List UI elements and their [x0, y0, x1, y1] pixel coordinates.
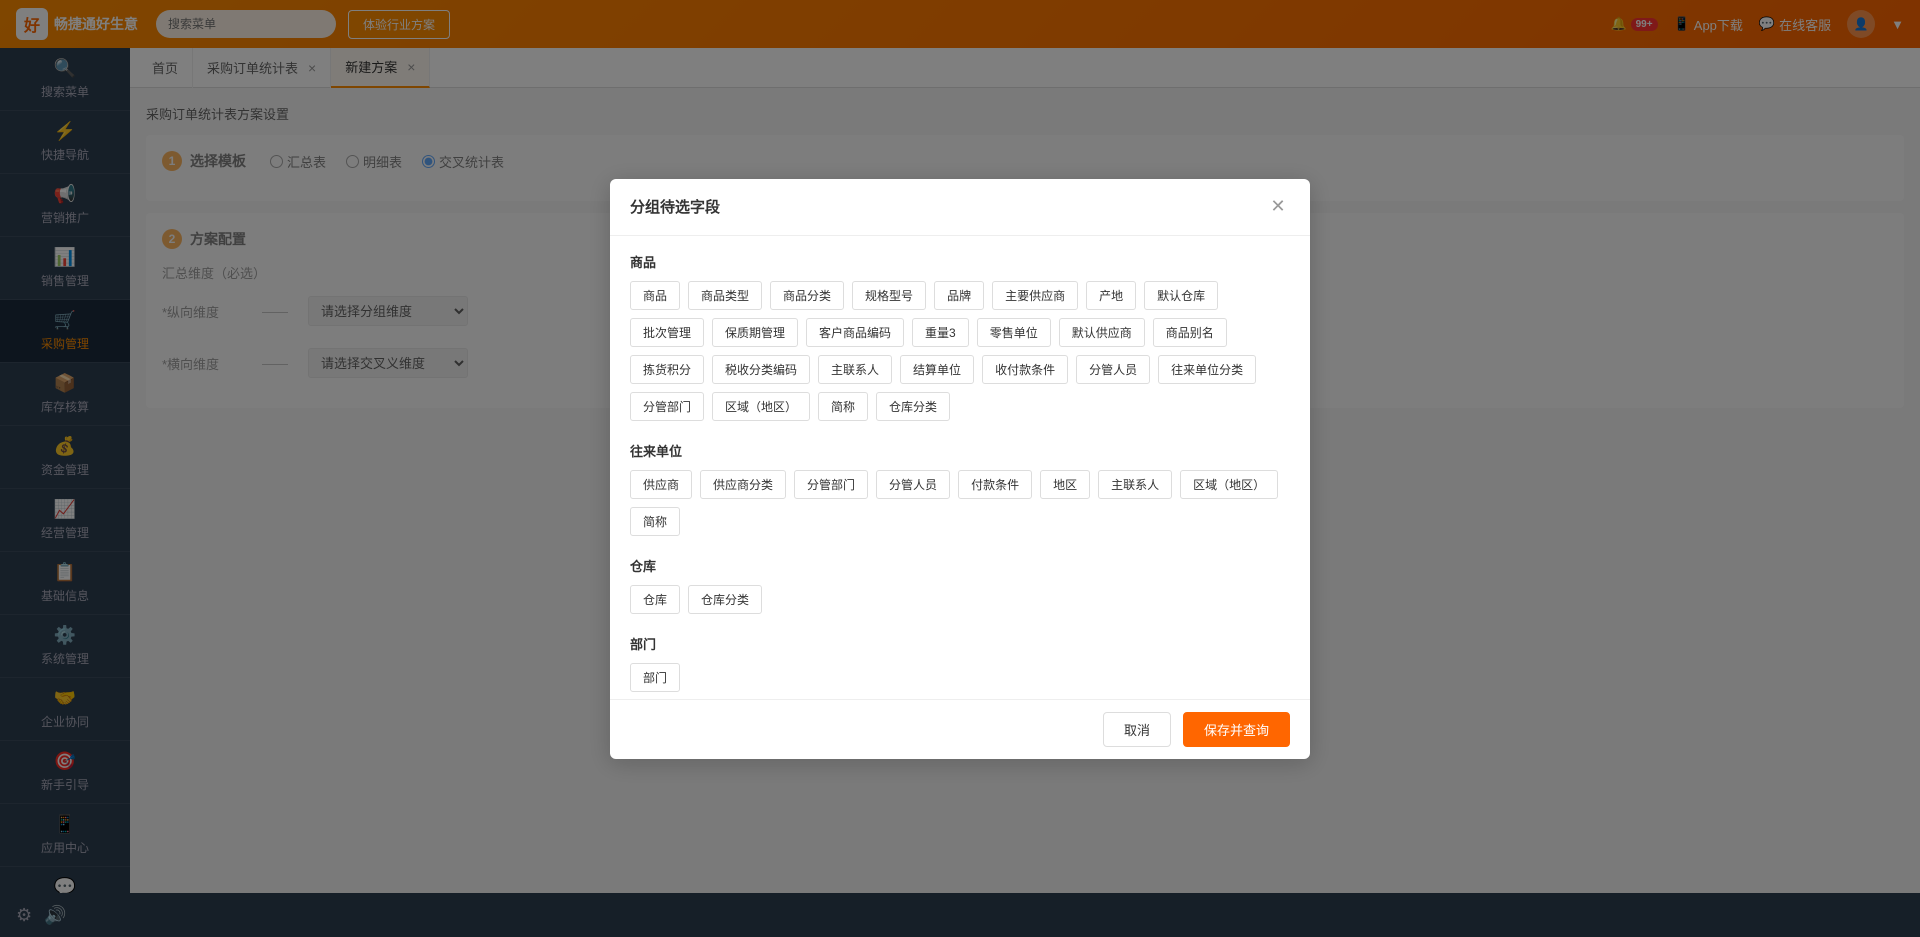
- department-section: 部门 部门: [630, 634, 1290, 692]
- field-tag-partner-dept[interactable]: 分管部门: [794, 470, 868, 499]
- field-tag-manager[interactable]: 分管人员: [1076, 355, 1150, 384]
- product-section-title: 商品: [630, 252, 1290, 271]
- modal-body: 商品 商品 商品类型 商品分类 规格型号 品牌 主要供应商 产地 默认仓库 批次…: [610, 236, 1310, 699]
- field-tag-main-contact[interactable]: 主联系人: [818, 355, 892, 384]
- field-tag-department[interactable]: 部门: [630, 663, 680, 692]
- field-tag-customer-code[interactable]: 客户商品编码: [806, 318, 904, 347]
- field-tag-settlement-unit[interactable]: 结算单位: [900, 355, 974, 384]
- field-tag-warehouse[interactable]: 仓库: [630, 585, 680, 614]
- field-tag-area[interactable]: 地区: [1040, 470, 1090, 499]
- field-tag-brand[interactable]: 品牌: [934, 281, 984, 310]
- field-tag-payment-condition[interactable]: 付款条件: [958, 470, 1032, 499]
- field-tag-main-supplier[interactable]: 主要供应商: [992, 281, 1078, 310]
- field-tag-weight3[interactable]: 重量3: [912, 318, 969, 347]
- field-tag-warehouse-cat[interactable]: 仓库分类: [688, 585, 762, 614]
- field-tag-default-supplier[interactable]: 默认供应商: [1059, 318, 1145, 347]
- field-select-modal: 分组待选字段 ✕ 商品 商品 商品类型 商品分类 规格型号 品牌 主要供应商 产…: [610, 179, 1310, 759]
- department-section-title: 部门: [630, 634, 1290, 653]
- partner-section: 往来单位 供应商 供应商分类 分管部门 分管人员 付款条件 地区 主联系人 区域…: [630, 441, 1290, 536]
- field-tag-supplier[interactable]: 供应商: [630, 470, 692, 499]
- field-tag-product-type[interactable]: 商品类型: [688, 281, 762, 310]
- field-tag-default-warehouse[interactable]: 默认仓库: [1144, 281, 1218, 310]
- partner-field-tags: 供应商 供应商分类 分管部门 分管人员 付款条件 地区 主联系人 区域（地区） …: [630, 470, 1290, 536]
- field-tag-partner-manager[interactable]: 分管人员: [876, 470, 950, 499]
- field-tag-supplier-category[interactable]: 供应商分类: [700, 470, 786, 499]
- field-tag-region[interactable]: 区域（地区）: [712, 392, 810, 421]
- partner-section-title: 往来单位: [630, 441, 1290, 460]
- modal-overlay[interactable]: 分组待选字段 ✕ 商品 商品 商品类型 商品分类 规格型号 品牌 主要供应商 产…: [0, 0, 1920, 937]
- modal-title: 分组待选字段: [630, 196, 720, 217]
- field-tag-partner-main-contact[interactable]: 主联系人: [1098, 470, 1172, 499]
- modal-header: 分组待选字段 ✕: [610, 179, 1310, 236]
- confirm-save-button[interactable]: 保存并查询: [1183, 712, 1290, 747]
- product-field-tags: 商品 商品类型 商品分类 规格型号 品牌 主要供应商 产地 默认仓库 批次管理 …: [630, 281, 1290, 421]
- field-tag-partner-region[interactable]: 区域（地区）: [1180, 470, 1278, 499]
- warehouse-field-tags: 仓库 仓库分类: [630, 585, 1290, 614]
- field-tag-batch-mgmt[interactable]: 批次管理: [630, 318, 704, 347]
- warehouse-section-title: 仓库: [630, 556, 1290, 575]
- field-tag-dept[interactable]: 分管部门: [630, 392, 704, 421]
- product-section: 商品 商品 商品类型 商品分类 规格型号 品牌 主要供应商 产地 默认仓库 批次…: [630, 252, 1290, 421]
- department-field-tags: 部门: [630, 663, 1290, 692]
- field-tag-product[interactable]: 商品: [630, 281, 680, 310]
- field-tag-abbr[interactable]: 简称: [818, 392, 868, 421]
- field-tag-tax-code[interactable]: 税收分类编码: [712, 355, 810, 384]
- modal-close-button[interactable]: ✕: [1266, 195, 1290, 219]
- modal-footer: 取消 保存并查询: [610, 699, 1310, 759]
- field-tag-retail-unit[interactable]: 零售单位: [977, 318, 1051, 347]
- field-tag-warehouse-category[interactable]: 仓库分类: [876, 392, 950, 421]
- field-tag-partner-category[interactable]: 往来单位分类: [1158, 355, 1256, 384]
- warehouse-section: 仓库 仓库 仓库分类: [630, 556, 1290, 614]
- field-tag-product-category[interactable]: 商品分类: [770, 281, 844, 310]
- field-tag-origin[interactable]: 产地: [1086, 281, 1136, 310]
- field-tag-spec-model[interactable]: 规格型号: [852, 281, 926, 310]
- field-tag-product-alias[interactable]: 商品别名: [1153, 318, 1227, 347]
- field-tag-pick-score[interactable]: 拣货积分: [630, 355, 704, 384]
- field-tag-partner-abbr[interactable]: 简称: [630, 507, 680, 536]
- field-tag-shelf-life[interactable]: 保质期管理: [712, 318, 798, 347]
- cancel-button[interactable]: 取消: [1103, 712, 1171, 747]
- field-tag-payment-terms[interactable]: 收付款条件: [982, 355, 1068, 384]
